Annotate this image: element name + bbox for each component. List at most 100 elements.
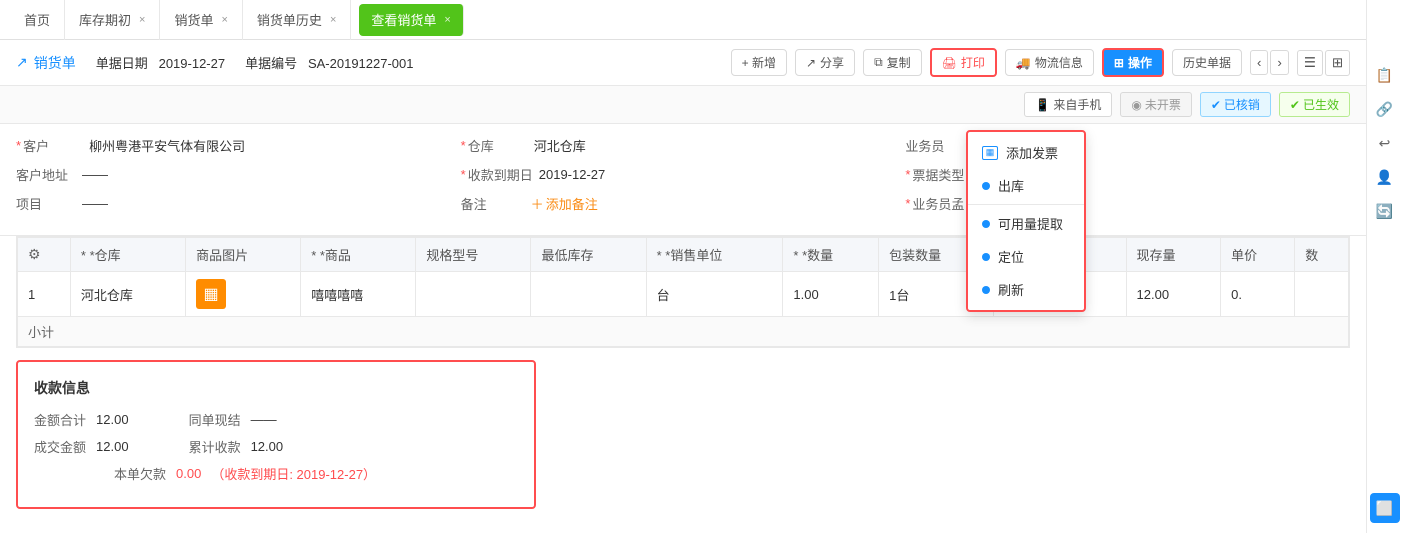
doc-actions: + 新增 ↗ 分享 ⧉ 复制 🖨 打印 🚚 物流信息 bbox=[731, 48, 1350, 77]
form-row-1: * 客户 柳州粤港平安气体有限公司 * 仓库 河北仓库 业务员 演示账号 bbox=[16, 136, 1350, 155]
same-order-item: 同单现结 —— bbox=[189, 410, 277, 429]
form-row-2: 客户地址 —— * 收款到期日 2019-12-27 * 票据类型 不开票 bbox=[16, 165, 1350, 184]
col-product: * *商品 bbox=[301, 238, 416, 272]
dropdown-add-invoice[interactable]: ▦ 添加发票 bbox=[968, 136, 1084, 169]
tab-inventory[interactable]: 库存期初 × bbox=[65, 0, 160, 40]
col-warehouse: * *仓库 bbox=[70, 238, 185, 272]
tab-sales-history[interactable]: 销货单历史 × bbox=[243, 0, 351, 40]
operation-button[interactable]: ⊞ 操作 bbox=[1102, 48, 1164, 77]
operation-dropdown: ▦ 添加发票 出库 可用量提取 定位 刷新 bbox=[966, 130, 1086, 312]
data-table: ⚙ * *仓库 商品图片 * *商品 规格型号 最低库存 * *销售单位 * *… bbox=[17, 237, 1349, 347]
dropdown-divider bbox=[968, 204, 1084, 205]
status-row: 📱 来自手机 ◉ 未开票 ✔ 已核销 ✔ 已生效 bbox=[0, 86, 1366, 124]
view-buttons: ☰ ⊞ bbox=[1297, 50, 1350, 76]
grid-view-button[interactable]: ⊞ bbox=[1325, 50, 1350, 76]
customer-addr-field: 客户地址 —— bbox=[16, 165, 461, 184]
payment-date-required: * bbox=[461, 167, 466, 182]
cell-product: 嘻嘻嘻嘻 bbox=[301, 272, 416, 317]
cell-price: 0. bbox=[1221, 272, 1295, 317]
summary-row-1: 金额合计 12.00 同单现结 —— bbox=[34, 410, 518, 429]
product-image-icon: ▦ bbox=[204, 284, 219, 304]
plus-icon: ＋ bbox=[531, 194, 544, 213]
summary-section: 收款信息 金额合计 12.00 同单现结 —— 成交金额 12.00 bbox=[16, 360, 536, 509]
effective-badge[interactable]: ✔ 已生效 bbox=[1279, 92, 1350, 117]
sidebar-btn-6[interactable]: ⬜ bbox=[1370, 493, 1400, 523]
customer-required: * bbox=[16, 138, 21, 153]
logistics-icon: 🚚 bbox=[1016, 56, 1031, 70]
logistics-button[interactable]: 🚚 物流信息 bbox=[1005, 49, 1094, 76]
not-open-badge[interactable]: ◉ 未开票 bbox=[1120, 92, 1192, 117]
cell-extra bbox=[1295, 272, 1349, 317]
col-extra: 数 bbox=[1295, 238, 1349, 272]
locate-icon bbox=[982, 253, 990, 261]
col-unit: * *销售单位 bbox=[646, 238, 783, 272]
invoice-type-required: * bbox=[905, 167, 910, 182]
summary-title: 收款信息 bbox=[34, 378, 518, 398]
col-stock: 现存量 bbox=[1126, 238, 1221, 272]
dropdown-out-warehouse[interactable]: 出库 bbox=[968, 169, 1084, 202]
dropdown-available-qty[interactable]: 可用量提取 bbox=[968, 207, 1084, 240]
col-spec: 规格型号 bbox=[416, 238, 531, 272]
warehouse-required: * bbox=[461, 138, 466, 153]
refresh-icon bbox=[982, 286, 990, 294]
add-invoice-icon: ▦ bbox=[982, 146, 998, 160]
table-header-row: ⚙ * *仓库 商品图片 * *商品 规格型号 最低库存 * *销售单位 * *… bbox=[18, 238, 1349, 272]
data-table-wrapper: ⚙ * *仓库 商品图片 * *商品 规格型号 最低库存 * *销售单位 * *… bbox=[16, 236, 1350, 348]
out-warehouse-icon bbox=[982, 182, 990, 190]
list-view-button[interactable]: ☰ bbox=[1297, 50, 1323, 76]
table-row: 1 河北仓库 ▦ 嘻嘻嘻嘻 台 1.00 1台 bbox=[18, 272, 1349, 317]
doc-title: ↗ 销货单 bbox=[16, 53, 76, 73]
mobile-icon: 📱 bbox=[1035, 98, 1050, 112]
cumulative-collection-item: 累计收款 12.00 bbox=[189, 437, 284, 456]
tab-view-sales-close[interactable]: × bbox=[444, 14, 450, 26]
tab-home[interactable]: 首页 bbox=[10, 0, 65, 40]
project-field: 项目 —— bbox=[16, 194, 461, 213]
share-button[interactable]: ↗ 分享 bbox=[795, 49, 855, 76]
sidebar-btn-1[interactable]: 📋 bbox=[1370, 60, 1400, 90]
available-qty-icon bbox=[982, 220, 990, 228]
form-row-3: 项目 —— 备注 ＋ 添加备注 * 业务员孟 —— bbox=[16, 194, 1350, 213]
product-image: ▦ bbox=[196, 279, 226, 309]
copy-icon: ⧉ bbox=[874, 55, 883, 70]
cell-min-stock bbox=[531, 272, 646, 317]
tab-sales[interactable]: 销货单 × bbox=[160, 0, 242, 40]
cell-warehouse: 河北仓库 bbox=[70, 272, 185, 317]
right-sidebar: 📋 🔗 ↩ 👤 🔄 ⬜ bbox=[1366, 0, 1402, 533]
tab-inventory-close[interactable]: × bbox=[139, 14, 145, 26]
nav-arrows: ‹ › bbox=[1250, 50, 1289, 75]
dropdown-refresh[interactable]: 刷新 bbox=[968, 273, 1084, 306]
print-button[interactable]: 🖨 打印 bbox=[930, 48, 997, 77]
date-label: 单据日期 2019-12-27 bbox=[96, 53, 225, 72]
cell-spec bbox=[416, 272, 531, 317]
tab-sales-history-close[interactable]: × bbox=[330, 14, 336, 26]
add-note-button[interactable]: ＋ 添加备注 bbox=[531, 194, 598, 213]
sidebar-btn-5[interactable]: 🔄 bbox=[1370, 196, 1400, 226]
subtotal-row: 小计 bbox=[18, 317, 1349, 347]
sidebar-btn-3[interactable]: ↩ bbox=[1370, 128, 1400, 158]
doc-meta: 单据日期 2019-12-27 单据编号 SA-20191227-001 bbox=[96, 53, 414, 72]
tab-bar: 首页 库存期初 × 销货单 × 销货单历史 × 查看销货单 × × bbox=[0, 0, 1402, 40]
history-button[interactable]: 历史单据 bbox=[1172, 49, 1242, 76]
copy-button[interactable]: ⧉ 复制 bbox=[863, 49, 922, 76]
check-icon: ✔ bbox=[1211, 98, 1221, 112]
new-button[interactable]: + 新增 bbox=[731, 49, 787, 76]
next-button[interactable]: › bbox=[1270, 50, 1288, 75]
col-price: 单价 bbox=[1221, 238, 1295, 272]
current-arrears-item: 本单欠款 0.00 （收款到期日: 2019-12-27） bbox=[114, 464, 376, 483]
ticket-icon: ◉ bbox=[1131, 98, 1141, 112]
sidebar-btn-2[interactable]: 🔗 bbox=[1370, 94, 1400, 124]
prev-button[interactable]: ‹ bbox=[1250, 50, 1268, 75]
col-settings[interactable]: ⚙ bbox=[18, 238, 71, 272]
tab-view-sales[interactable]: 查看销货单 × bbox=[359, 4, 463, 36]
customer-field: * 客户 柳州粤港平安气体有限公司 bbox=[16, 136, 461, 155]
from-mobile-button[interactable]: 📱 来自手机 bbox=[1024, 92, 1112, 117]
summary-container: 收款信息 金额合计 12.00 同单现结 —— 成交金额 12.00 bbox=[0, 348, 1366, 533]
dropdown-locate[interactable]: 定位 bbox=[968, 240, 1084, 273]
confirm-badge[interactable]: ✔ 已核销 bbox=[1200, 92, 1271, 117]
form-section: * 客户 柳州粤港平安气体有限公司 * 仓库 河北仓库 业务员 演示账号 客户地… bbox=[0, 124, 1366, 236]
sidebar-btn-4[interactable]: 👤 bbox=[1370, 162, 1400, 192]
warehouse-field: * 仓库 河北仓库 bbox=[461, 136, 906, 155]
tab-sales-close[interactable]: × bbox=[221, 14, 227, 26]
cell-qty: 1.00 bbox=[783, 272, 879, 317]
cell-stock: 12.00 bbox=[1126, 272, 1221, 317]
